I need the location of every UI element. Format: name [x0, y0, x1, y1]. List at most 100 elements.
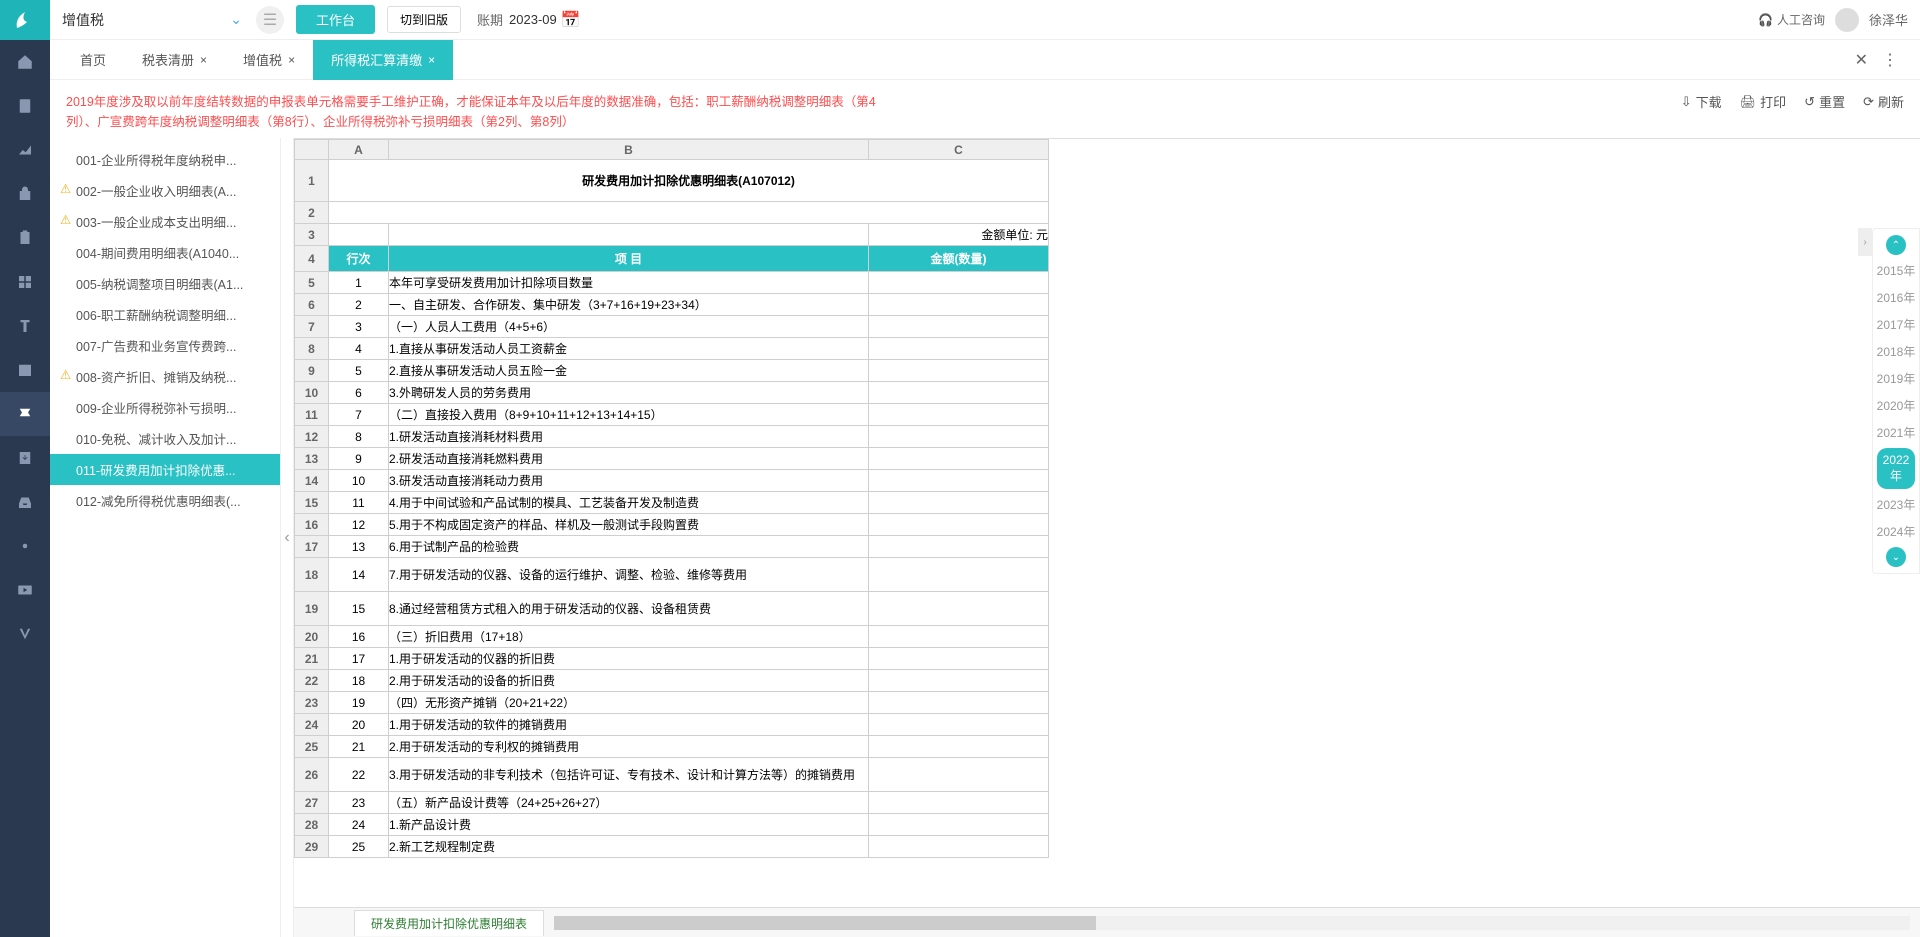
nav-settings[interactable]	[0, 524, 50, 568]
col-header[interactable]: B	[389, 140, 869, 160]
year-option[interactable]: 2020年	[1873, 392, 1919, 419]
sheet-tab[interactable]: 研发费用加计扣除优惠明细表	[354, 910, 544, 936]
amount-cell[interactable]	[869, 470, 1049, 492]
row-number: 7	[329, 404, 389, 426]
year-up-icon[interactable]: ⌃	[1886, 235, 1906, 255]
tree-item[interactable]: 005-纳税调整项目明细表(A1...	[50, 268, 280, 299]
tree-item[interactable]: 012-减免所得税优惠明细表(...	[50, 485, 280, 516]
col-header[interactable]: C	[869, 140, 1049, 160]
tree-item[interactable]: 006-职工薪酬纳税调整明细...	[50, 299, 280, 330]
amount-cell[interactable]	[869, 492, 1049, 514]
nav-clipboard[interactable]	[0, 216, 50, 260]
tree-item[interactable]: ⚠008-资产折旧、摊销及纳税...	[50, 361, 280, 392]
right-panel-expand[interactable]: ›	[1858, 228, 1872, 256]
tree-item[interactable]: 011-研发费用加计扣除优惠...	[50, 454, 280, 485]
download-button[interactable]: ⇩下载	[1681, 92, 1722, 111]
close-icon[interactable]: ×	[288, 53, 295, 67]
tab-首页[interactable]: 首页	[62, 40, 124, 80]
tab-所得税汇算清缴[interactable]: 所得税汇算清缴×	[313, 40, 453, 80]
horizontal-scrollbar[interactable]	[554, 916, 1910, 930]
amount-cell[interactable]	[869, 294, 1049, 316]
tree-item[interactable]: 001-企业所得税年度纳税申...	[50, 144, 280, 175]
amount-cell[interactable]	[869, 814, 1049, 836]
module-selector[interactable]: 增值税 ⌄	[62, 10, 242, 30]
nav-v[interactable]	[0, 612, 50, 656]
download-icon: ⇩	[1681, 94, 1692, 110]
amount-cell[interactable]	[869, 626, 1049, 648]
amount-cell[interactable]	[869, 792, 1049, 814]
row-number: 3	[329, 316, 389, 338]
tab-税表清册[interactable]: 税表清册×	[124, 40, 225, 80]
year-option[interactable]: 2024年	[1873, 518, 1919, 545]
tree-item[interactable]: ⚠002-一般企业收入明细表(A...	[50, 175, 280, 206]
period-value[interactable]: 2023-09	[509, 12, 557, 27]
close-all-icon[interactable]: ✕	[1855, 50, 1868, 70]
amount-cell[interactable]	[869, 360, 1049, 382]
amount-cell[interactable]	[869, 648, 1049, 670]
nav-home[interactable]	[0, 40, 50, 84]
tree-item[interactable]: ⚠003-一般企业成本支出明细...	[50, 206, 280, 237]
year-option[interactable]: 2019年	[1873, 365, 1919, 392]
switch-old-button[interactable]: 切到旧版	[387, 6, 461, 33]
amount-cell[interactable]	[869, 316, 1049, 338]
amount-cell[interactable]	[869, 692, 1049, 714]
tree-item[interactable]: 009-企业所得税弥补亏损明...	[50, 392, 280, 423]
avatar[interactable]	[1835, 8, 1859, 32]
amount-cell[interactable]	[869, 836, 1049, 858]
row-number: 12	[329, 514, 389, 536]
amount-cell[interactable]	[869, 382, 1049, 404]
year-option[interactable]: 2022年	[1877, 448, 1915, 489]
nav-doc1[interactable]	[0, 84, 50, 128]
nav-tax[interactable]	[0, 392, 50, 436]
close-icon[interactable]: ×	[200, 53, 207, 67]
amount-cell[interactable]	[869, 426, 1049, 448]
tab-增值税[interactable]: 增值税×	[225, 40, 313, 80]
amount-cell[interactable]	[869, 514, 1049, 536]
year-option[interactable]: 2016年	[1873, 284, 1919, 311]
help-button[interactable]: 🎧人工咨询	[1758, 11, 1825, 28]
amount-cell[interactable]	[869, 558, 1049, 592]
more-menu-icon[interactable]: ⋮	[1882, 50, 1898, 70]
amount-cell[interactable]	[869, 670, 1049, 692]
spreadsheet[interactable]: ABC1研发费用加计扣除优惠明细表(A107012)23金额单位: 元4行次项 …	[294, 139, 1920, 907]
refresh-button[interactable]: ⟳刷新	[1863, 92, 1904, 111]
tree-item[interactable]: 010-免税、减计收入及加计...	[50, 423, 280, 454]
year-option[interactable]: 2018年	[1873, 338, 1919, 365]
menu-icon[interactable]: ☰	[256, 6, 284, 34]
year-option[interactable]: 2023年	[1873, 491, 1919, 518]
amount-cell[interactable]	[869, 448, 1049, 470]
amount-cell[interactable]	[869, 404, 1049, 426]
reset-button[interactable]: ↺重置	[1804, 92, 1845, 111]
row-item: （三）折旧费用（17+18）	[389, 626, 869, 648]
amount-cell[interactable]	[869, 714, 1049, 736]
amount-cell[interactable]	[869, 338, 1049, 360]
tree-item[interactable]: 007-广告费和业务宣传费跨...	[50, 330, 280, 361]
tree-item[interactable]: 004-期间费用明细表(A1040...	[50, 237, 280, 268]
amount-cell[interactable]	[869, 536, 1049, 558]
row-item: 7.用于研发活动的仪器、设备的运行维护、调整、检验、维修等费用	[389, 558, 869, 592]
workbench-button[interactable]: 工作台	[296, 5, 375, 34]
nav-font[interactable]	[0, 304, 50, 348]
nav-video[interactable]	[0, 568, 50, 612]
nav-bag[interactable]	[0, 172, 50, 216]
print-button[interactable]: 🖨打印	[1740, 92, 1787, 111]
warning-icon: ⚠	[60, 212, 71, 227]
nav-export[interactable]	[0, 436, 50, 480]
nav-chart[interactable]	[0, 128, 50, 172]
nav-grid[interactable]	[0, 260, 50, 304]
calendar-icon[interactable]: 📅	[561, 10, 581, 30]
amount-cell[interactable]	[869, 758, 1049, 792]
amount-cell[interactable]	[869, 592, 1049, 626]
year-option[interactable]: 2015年	[1873, 257, 1919, 284]
nav-inbox[interactable]	[0, 480, 50, 524]
close-icon[interactable]: ×	[428, 53, 435, 67]
year-option[interactable]: 2017年	[1873, 311, 1919, 338]
col-header[interactable]: A	[329, 140, 389, 160]
nav-calendar[interactable]	[0, 348, 50, 392]
row-number: 8	[329, 426, 389, 448]
year-option[interactable]: 2021年	[1873, 419, 1919, 446]
year-down-icon[interactable]: ⌄	[1886, 547, 1906, 567]
amount-cell[interactable]	[869, 272, 1049, 294]
tree-collapse-handle[interactable]: ‹	[280, 138, 294, 937]
amount-cell[interactable]	[869, 736, 1049, 758]
